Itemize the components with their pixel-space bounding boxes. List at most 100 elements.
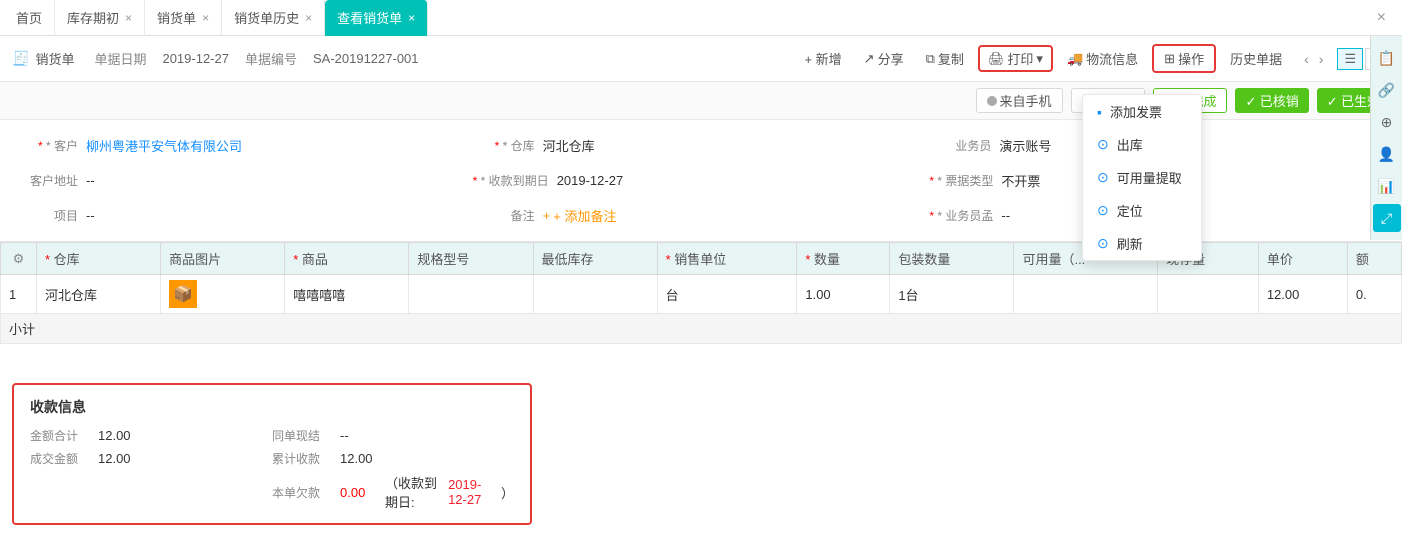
next-record-button[interactable]: › — [1315, 49, 1328, 69]
row-image: 📦 — [161, 275, 285, 314]
staff-value: 演示账号 — [999, 136, 1051, 155]
note-field: 备注 + + 添加备注 — [473, 202, 930, 229]
product-image: 📦 — [169, 280, 197, 308]
sidebar-icon-3[interactable]: ⊕ — [1373, 108, 1401, 136]
new-button[interactable]: + 新增 — [796, 46, 849, 71]
share-icon: ↗ — [864, 51, 875, 67]
row-pkg-qty: 1台 — [890, 275, 1014, 314]
add-note-button[interactable]: + + 添加备注 — [543, 206, 617, 225]
total-label: 金额合计 — [30, 427, 90, 444]
balance-item: 本单欠款 0.00 （收款到期日: 2019-12-27 ） — [272, 473, 514, 511]
note-label: 备注 — [473, 207, 543, 224]
list-view-button[interactable]: ☰ — [1337, 48, 1363, 70]
project-field: 项目 -- — [16, 202, 473, 229]
share-button[interactable]: ↗ 分享 — [856, 46, 912, 71]
customer-value[interactable]: 柳州粤港平安气体有限公司 — [86, 136, 242, 155]
locate-item[interactable]: ⊙ 定位 — [1083, 194, 1201, 227]
close-window-button[interactable]: × — [1369, 9, 1394, 27]
payment-info-box: 收款信息 金额合计 12.00 同单现结 -- 成交金额 12.00 累计收款 … — [12, 383, 532, 525]
warehouse-label: * 仓库 — [473, 137, 543, 154]
row-min-stock — [533, 275, 657, 314]
sidebar-icon-5[interactable]: 📊 — [1373, 172, 1401, 200]
from-phone-button[interactable]: 来自手机 — [976, 88, 1063, 113]
phone-status-icon — [987, 96, 997, 106]
toolbar-right: + 新增 ↗ 分享 ⧉ 复制 🖨 打印 ▾ 🚚 物流信息 ⊞ 操作 — [796, 44, 1390, 73]
available-extract-item[interactable]: ⊙ 可用量提取 — [1083, 161, 1201, 194]
close-tab-view-sales[interactable]: × — [408, 11, 415, 25]
outbound-item[interactable]: ⊙ 出库 — [1083, 128, 1201, 161]
payment-title: 收款信息 — [30, 397, 514, 417]
balance-value: 0.00 — [340, 485, 365, 500]
settings-icon[interactable]: ⚙ — [13, 251, 25, 266]
prev-record-button[interactable]: ‹ — [1300, 49, 1313, 69]
address-field: 客户地址 -- — [16, 167, 473, 194]
sidebar-icon-expand[interactable]: ⤢ — [1373, 204, 1401, 232]
tab-bar: 首页 库存期初 × 销货单 × 销货单历史 × 查看销货单 × × — [0, 0, 1402, 36]
balance-note-end: ） — [501, 483, 514, 502]
number-label: 单据编号 — [245, 49, 297, 68]
staff2-label: * 业务员孟 — [929, 207, 1001, 224]
sidebar-icon-2[interactable]: 🔗 — [1373, 76, 1401, 104]
right-sidebar: 📋 🔗 ⊕ 👤 📊 ⤢ — [1370, 36, 1402, 240]
print-button[interactable]: 🖨 打印 ▾ — [978, 45, 1053, 72]
balance-note-text: （收款到期日: — [385, 473, 440, 511]
refresh-icon: ⊙ — [1097, 235, 1109, 252]
cumulative-label: 累计收款 — [272, 450, 332, 467]
cumulative-item: 累计收款 12.00 — [272, 450, 514, 467]
staff2-value: -- — [1001, 208, 1010, 223]
doc-title: 🧾 销货单 — [12, 49, 74, 68]
deal-amount-label: 成交金额 — [30, 450, 90, 467]
col-image: 商品图片 — [161, 243, 285, 275]
col-qty: * 数量 — [797, 243, 890, 275]
date-value: 2019-12-27 — [162, 51, 229, 66]
verified-button[interactable]: ✓ 已核销 — [1235, 88, 1308, 113]
row-seq: 1 — [1, 275, 37, 314]
balance-label: 本单欠款 — [272, 484, 332, 501]
copy-button[interactable]: ⧉ 复制 — [918, 46, 972, 71]
row-price: 12.00 — [1258, 275, 1347, 314]
logistics-button[interactable]: 🚚 物流信息 — [1059, 46, 1146, 71]
row-amount: 0. — [1347, 275, 1401, 314]
sidebar-icon-1[interactable]: 📋 — [1373, 44, 1401, 72]
locate-icon: ⊙ — [1097, 202, 1109, 219]
total-amount-item: 金额合计 12.00 — [30, 427, 272, 444]
tab-inventory-init[interactable]: 库存期初 × — [55, 0, 145, 36]
history-button[interactable]: 历史单据 — [1222, 46, 1290, 71]
tab-home[interactable]: 首页 — [8, 0, 55, 36]
same-order-value: -- — [340, 428, 349, 443]
close-tab-sales[interactable]: × — [202, 11, 209, 25]
payment-grid: 金额合计 12.00 同单现结 -- 成交金额 12.00 累计收款 12.00… — [30, 427, 514, 511]
staff-label: 业务员 — [929, 137, 999, 154]
doc-header: 🧾 销货单 单据日期 2019-12-27 单据编号 SA-20191227-0… — [0, 36, 1402, 82]
ticket-type-label: * 票据类型 — [929, 172, 1001, 189]
deal-amount-item: 成交金额 12.00 — [30, 450, 272, 467]
close-tab-inventory[interactable]: × — [125, 11, 132, 25]
grid-icon: ⊞ — [1164, 51, 1175, 67]
truck-icon: 🚚 — [1067, 51, 1083, 67]
customer-label: * 客户 — [16, 137, 86, 154]
close-tab-history[interactable]: × — [305, 11, 312, 25]
sidebar-icon-4[interactable]: 👤 — [1373, 140, 1401, 168]
tab-sales-order[interactable]: 销货单 × — [145, 0, 222, 36]
total-value: 12.00 — [98, 428, 131, 443]
tab-sales-history[interactable]: 销货单历史 × — [222, 0, 325, 36]
col-unit: * 销售单位 — [657, 243, 797, 275]
same-order-label: 同单现结 — [272, 427, 332, 444]
tab-view-sales[interactable]: 查看销货单 × — [325, 0, 428, 36]
row-warehouse: 河北仓库 — [37, 275, 161, 314]
operations-button[interactable]: ⊞ 操作 — [1152, 44, 1216, 73]
refresh-item[interactable]: ⊙ 刷新 — [1083, 227, 1201, 260]
subtotal-row: 小计 — [1, 314, 1402, 344]
project-label: 项目 — [16, 207, 86, 224]
add-invoice-icon: ▪ — [1097, 104, 1102, 120]
print-dropdown-arrow[interactable]: ▾ — [1036, 51, 1043, 67]
operations-dropdown: ▪ 添加发票 ⊙ 出库 ⊙ 可用量提取 ⊙ 定位 ⊙ 刷新 — [1082, 94, 1202, 261]
deal-amount-value: 12.00 — [98, 451, 131, 466]
col-warehouse: * 仓库 — [37, 243, 161, 275]
row-unit: 台 — [657, 275, 797, 314]
project-value: -- — [86, 208, 95, 223]
col-gear[interactable]: ⚙ — [1, 243, 37, 275]
printer-icon: 🖨 — [988, 51, 1005, 67]
balance-date: 2019-12-27 — [448, 477, 493, 507]
add-invoice-item[interactable]: ▪ 添加发票 — [1083, 95, 1201, 128]
